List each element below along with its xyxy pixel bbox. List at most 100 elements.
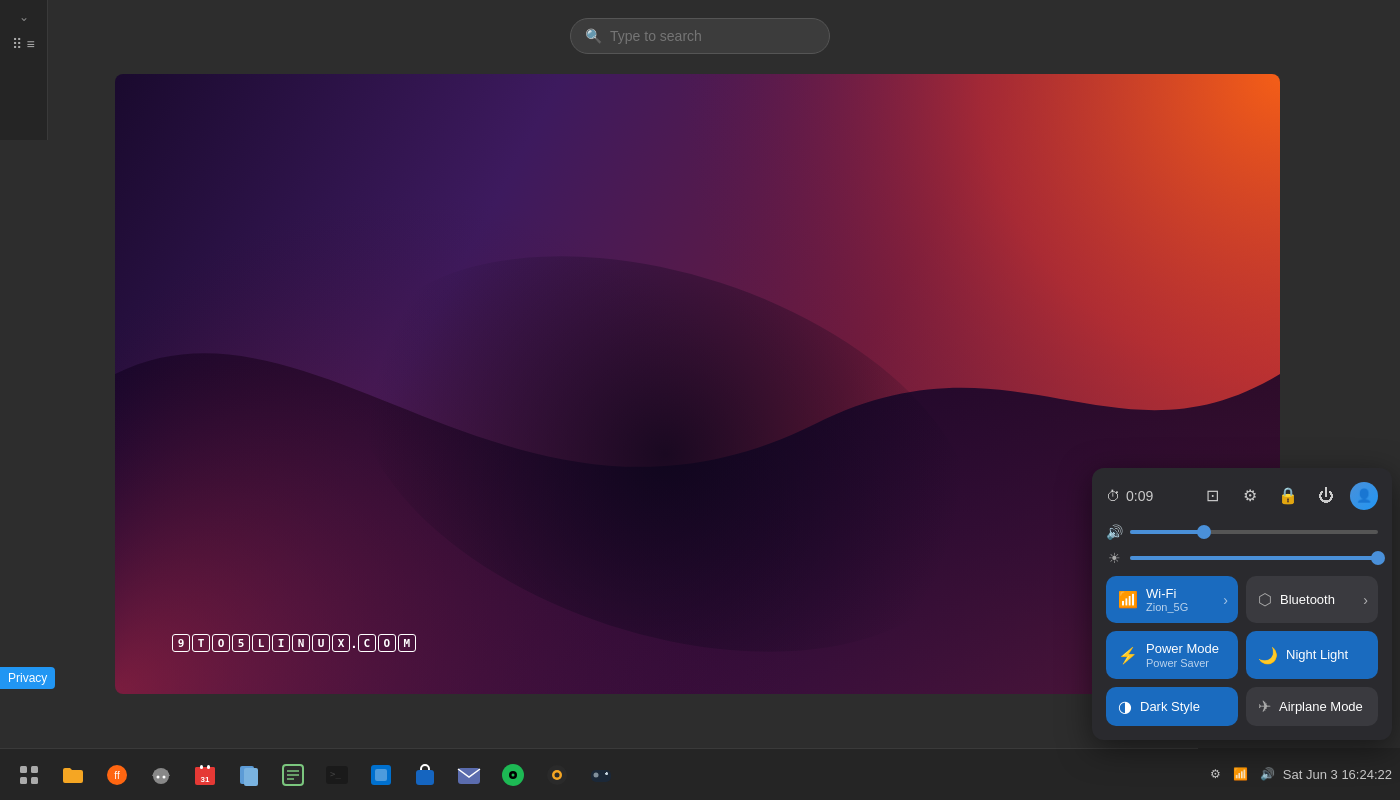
svg-point-10 [163,775,166,778]
qs-toggles-grid: 📶 Wi-Fi Zion_5G › ⬡ Bluetooth › ⚡ Power … [1106,576,1378,726]
taskbar-app-store[interactable] [404,754,446,796]
search-input[interactable] [610,28,815,44]
svg-rect-26 [416,770,434,785]
toggle-wifi[interactable]: 📶 Wi-Fi Zion_5G › [1106,576,1238,624]
svg-text:31: 31 [201,775,210,784]
watermark-char: O [212,634,230,652]
taskbar-app-grid[interactable] [8,754,50,796]
airplane-mode-label: Airplane Mode [1279,699,1363,715]
qs-user-avatar[interactable]: 👤 [1350,482,1378,510]
left-panel-view-toggle[interactable]: ⠿ ≡ [8,32,38,56]
left-panel-chevron-row[interactable]: ⌄ [15,6,33,28]
clock[interactable]: Sat Jun 3 16:24:22 [1283,767,1392,782]
watermark-char: L [252,634,270,652]
qs-screenshot-icon[interactable]: ⊡ [1198,482,1226,510]
taskbar-app-files[interactable] [52,754,94,796]
bluetooth-text: Bluetooth [1280,592,1335,608]
taskbar-app-firefox[interactable]: ff [96,754,138,796]
list-view-icon[interactable]: ≡ [26,36,34,52]
svg-rect-1 [31,766,38,773]
wifi-arrow-icon: › [1223,592,1228,608]
grid-view-icon[interactable]: ⠿ [12,36,22,52]
power-mode-icon: ⚡ [1118,646,1138,665]
dark-style-text: Dark Style [1140,699,1200,715]
airplane-mode-icon: ✈ [1258,697,1271,716]
volume-slider[interactable] [1130,530,1378,534]
bluetooth-label: Bluetooth [1280,592,1335,608]
qs-timer-value: 0:09 [1126,488,1153,504]
dark-style-icon: ◑ [1118,697,1132,716]
taskbar-app-thunderbird[interactable] [448,754,490,796]
svg-rect-27 [458,768,480,784]
power-mode-text: Power Mode Power Saver [1146,641,1219,669]
taskbar-app-terminal[interactable]: >_ [316,754,358,796]
wifi-icon: 📶 [1118,590,1138,609]
svg-rect-0 [20,766,27,773]
toggle-dark-style[interactable]: ◑ Dark Style [1106,687,1238,726]
watermark-char: 9 [172,634,190,652]
tray-wifi-icon[interactable]: 📶 [1229,765,1252,783]
svg-rect-12 [195,767,215,774]
toggle-power-mode[interactable]: ⚡ Power Mode Power Saver [1106,631,1238,679]
toggle-bluetooth[interactable]: ⬡ Bluetooth › [1246,576,1378,624]
volume-icon: 🔊 [1106,524,1122,540]
svg-point-35 [594,772,599,777]
wifi-label: Wi-Fi [1146,586,1188,602]
night-light-label: Night Light [1286,647,1348,663]
chevron-down-icon: ⌄ [19,10,29,24]
timer-icon: ⏱ [1106,488,1120,504]
watermark: 9TO5LINUX.COM [172,634,416,652]
watermark-text: 9TO5LINUX.COM [172,634,416,652]
brightness-icon: ☀ [1106,550,1122,566]
svg-rect-3 [31,777,38,784]
taskbar-app-spotify[interactable] [492,754,534,796]
svg-point-9 [157,775,160,778]
bluetooth-arrow-icon: › [1363,592,1368,608]
svg-rect-2 [20,777,27,784]
taskbar-app-steam[interactable] [580,754,622,796]
qs-top-bar: ⏱ 0:09 ⊡ ⚙ 🔒 ⏻ 👤 [1106,482,1378,510]
qs-lock-icon[interactable]: 🔒 [1274,482,1302,510]
bluetooth-icon: ⬡ [1258,590,1272,609]
wifi-text: Wi-Fi Zion_5G [1146,586,1188,614]
watermark-char: O [378,634,396,652]
watermark-char: 5 [232,634,250,652]
tray-settings-icon[interactable]: ⚙ [1206,765,1225,783]
taskbar-app-calendar[interactable]: 31 [184,754,226,796]
watermark-char: N [292,634,310,652]
power-mode-sub: Power Saver [1146,657,1219,669]
qs-settings-icon[interactable]: ⚙ [1236,482,1264,510]
taskbar-app-cachyos[interactable] [536,754,578,796]
watermark-char: X [332,634,350,652]
night-light-text: Night Light [1286,647,1348,663]
tray-volume-icon[interactable]: 🔊 [1256,765,1279,783]
watermark-dot: . [352,635,356,651]
svg-rect-14 [207,765,210,769]
left-panel: ⌄ ⠿ ≡ [0,0,48,140]
taskbar-app-vmbox[interactable] [360,754,402,796]
taskbar-app-weechat[interactable] [140,754,182,796]
taskbar-app-filemanager[interactable] [228,754,270,796]
privacy-tag[interactable]: Privacy [0,667,55,689]
svg-rect-37 [606,772,608,775]
svg-point-30 [512,773,515,776]
svg-rect-25 [375,769,387,781]
qs-power-icon[interactable]: ⏻ [1312,482,1340,510]
search-bar[interactable]: 🔍 [570,18,830,54]
night-light-icon: 🌙 [1258,646,1278,665]
brightness-slider[interactable] [1130,556,1378,560]
watermark-char: M [398,634,416,652]
toggle-airplane-mode[interactable]: ✈ Airplane Mode [1246,687,1378,726]
volume-slider-row: 🔊 [1106,524,1378,540]
dark-style-label: Dark Style [1140,699,1200,715]
watermark-char: I [272,634,290,652]
taskbar: ff 31 >_ [0,748,1400,800]
watermark-char: C [358,634,376,652]
svg-point-33 [555,772,560,777]
svg-text:>_: >_ [330,769,341,779]
toggle-night-light[interactable]: 🌙 Night Light [1246,631,1378,679]
taskbar-app-editor[interactable] [272,754,314,796]
quick-settings-panel: ⏱ 0:09 ⊡ ⚙ 🔒 ⏻ 👤 🔊 ☀ 📶 Wi-Fi [1092,468,1392,740]
airplane-mode-text: Airplane Mode [1279,699,1363,715]
watermark-char: U [312,634,330,652]
